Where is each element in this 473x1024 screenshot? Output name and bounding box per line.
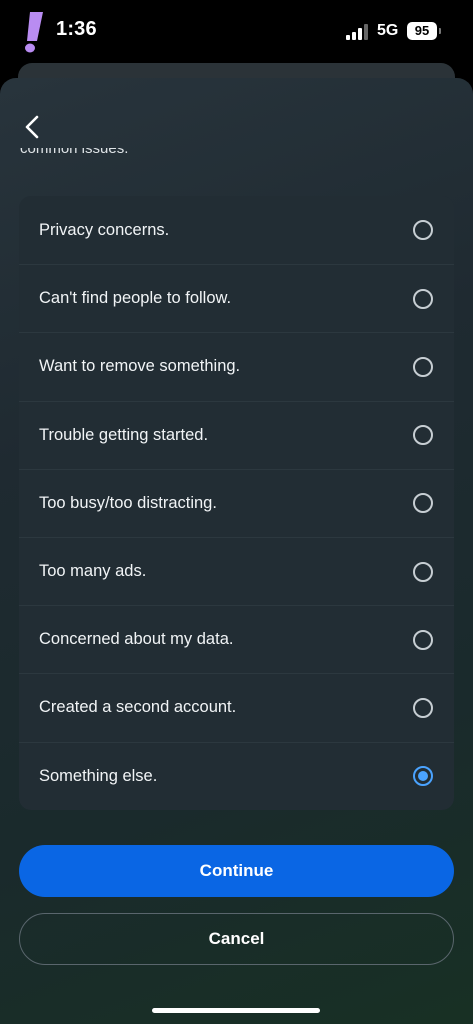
status-bar: 1:36 5G 95 <box>0 0 473 62</box>
option-label: Trouble getting started. <box>39 425 209 444</box>
radio-button[interactable] <box>413 356 433 377</box>
home-indicator[interactable] <box>152 1008 320 1013</box>
radio-button[interactable] <box>413 220 433 241</box>
option-row[interactable]: Concerned about my data. <box>19 605 454 673</box>
option-label: Can't find people to follow. <box>39 289 232 308</box>
option-label: Want to remove something. <box>39 357 241 376</box>
option-row[interactable]: Want to remove something. <box>19 332 454 400</box>
options-list: Privacy concerns. Can't find people to f… <box>19 196 454 810</box>
option-row[interactable]: Trouble getting started. <box>19 400 454 469</box>
option-label: Too many ads. <box>39 562 147 581</box>
exclamation-logo-icon <box>25 12 43 53</box>
continue-button[interactable]: Continue <box>19 845 454 897</box>
option-label: Privacy concerns. <box>39 220 170 239</box>
radio-button[interactable] <box>413 697 433 718</box>
option-row[interactable]: Something else. <box>19 741 454 810</box>
intro-text: common issues. <box>20 148 129 157</box>
signal-strength-icon <box>346 24 368 40</box>
option-label: Too busy/too distracting. <box>39 493 217 512</box>
radio-button-selected[interactable] <box>413 766 433 787</box>
radio-button[interactable] <box>413 561 433 582</box>
cancel-button[interactable]: Cancel <box>19 913 454 965</box>
battery-icon: 95 <box>407 22 441 40</box>
option-row[interactable]: Too many ads. <box>19 536 454 605</box>
feedback-sheet: common issues. Privacy concerns. Can't f… <box>0 78 473 1024</box>
chevron-left-icon[interactable] <box>18 112 48 142</box>
radio-button[interactable] <box>413 425 433 446</box>
option-row[interactable]: Privacy concerns. <box>19 196 454 264</box>
option-label: Created a second account. <box>39 698 237 717</box>
radio-button[interactable] <box>413 629 433 650</box>
option-row[interactable]: Can't find people to follow. <box>19 264 454 332</box>
intro-text-clip: common issues. <box>0 148 473 166</box>
radio-button[interactable] <box>413 288 433 309</box>
radio-button[interactable] <box>413 493 433 514</box>
option-row[interactable]: Created a second account. <box>19 673 454 741</box>
option-label: Something else. <box>39 766 158 785</box>
option-row[interactable]: Too busy/too distracting. <box>19 468 454 537</box>
network-type: 5G <box>377 22 399 39</box>
status-time: 1:36 <box>56 18 97 40</box>
option-label: Concerned about my data. <box>39 630 234 649</box>
screen: 1:36 5G 95 common issues. Privacy concer… <box>0 0 473 1024</box>
